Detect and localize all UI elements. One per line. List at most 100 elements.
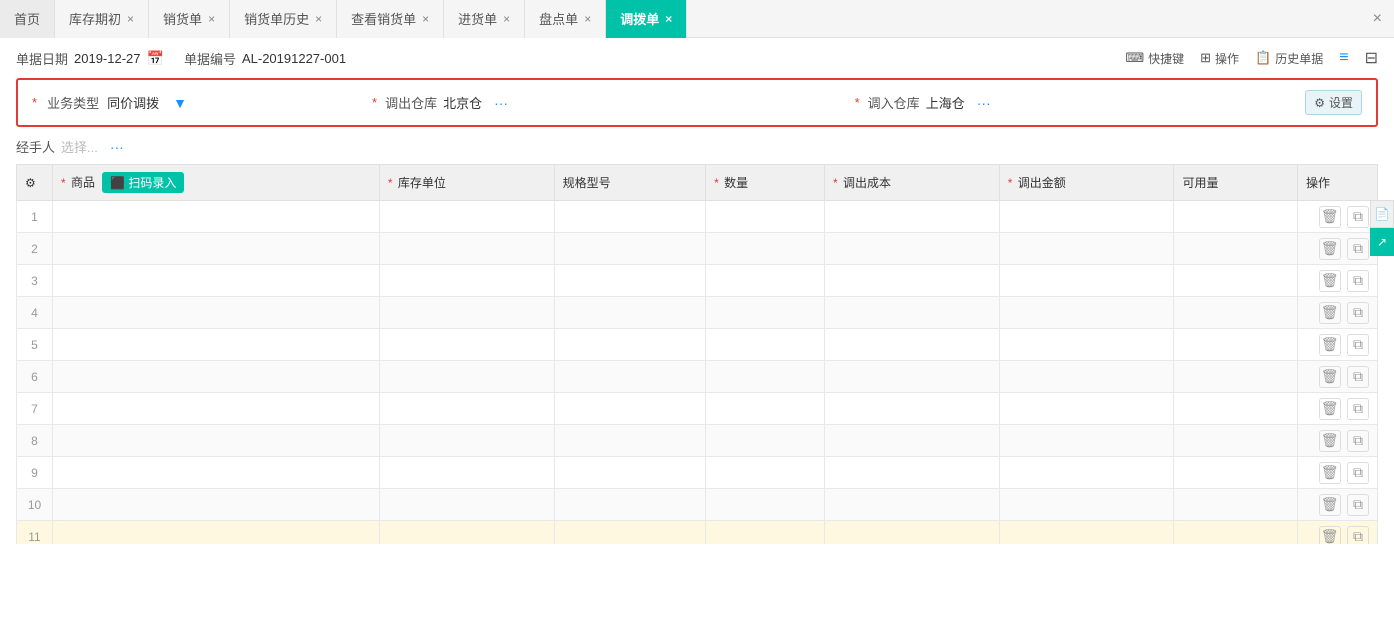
amount-cell-8[interactable] bbox=[999, 425, 1174, 457]
copy-icon-8[interactable]: ⧉ bbox=[1347, 430, 1369, 452]
cost-cell-7[interactable] bbox=[824, 393, 999, 425]
scan-button[interactable]: ⬛ 扫码录入 bbox=[102, 172, 184, 193]
unit-cell-2[interactable] bbox=[379, 233, 554, 265]
cost-cell-11[interactable] bbox=[824, 521, 999, 545]
product-cell-7[interactable] bbox=[53, 393, 380, 425]
unit-cell-6[interactable] bbox=[379, 361, 554, 393]
unit-cell-10[interactable] bbox=[379, 489, 554, 521]
business-type-dropdown[interactable]: ▼ bbox=[167, 95, 193, 111]
delete-icon-10[interactable]: 🗑 bbox=[1319, 494, 1341, 516]
cost-cell-9[interactable] bbox=[824, 457, 999, 489]
tab-close-sales-history[interactable]: × bbox=[315, 12, 322, 26]
delete-icon-9[interactable]: 🗑 bbox=[1319, 462, 1341, 484]
cost-cell-5[interactable] bbox=[824, 329, 999, 361]
tab-stocktake[interactable]: 盘点单 × bbox=[525, 0, 606, 38]
amount-cell-6[interactable] bbox=[999, 361, 1174, 393]
window-close-button[interactable]: × bbox=[1361, 0, 1394, 38]
unit-cell-8[interactable] bbox=[379, 425, 554, 457]
history-button[interactable]: 📋 历史单据 bbox=[1255, 50, 1323, 67]
delete-icon-4[interactable]: 🗑 bbox=[1319, 302, 1341, 324]
product-cell-2[interactable] bbox=[53, 233, 380, 265]
spec-cell-6[interactable] bbox=[554, 361, 705, 393]
unit-cell-3[interactable] bbox=[379, 265, 554, 297]
spec-cell-5[interactable] bbox=[554, 329, 705, 361]
tab-sales-order[interactable]: 销货单 × bbox=[149, 0, 230, 38]
tab-inventory-init[interactable]: 库存期初 × bbox=[55, 0, 149, 38]
copy-icon-3[interactable]: ⧉ bbox=[1347, 270, 1369, 292]
qty-cell-6[interactable] bbox=[706, 361, 825, 393]
copy-icon-6[interactable]: ⧉ bbox=[1347, 366, 1369, 388]
cost-cell-4[interactable] bbox=[824, 297, 999, 329]
copy-icon-9[interactable]: ⧉ bbox=[1347, 462, 1369, 484]
amount-cell-4[interactable] bbox=[999, 297, 1174, 329]
handler-more[interactable]: ··· bbox=[104, 139, 130, 155]
unit-cell-5[interactable] bbox=[379, 329, 554, 361]
delete-icon-11[interactable]: 🗑 bbox=[1319, 526, 1341, 545]
copy-icon-4[interactable]: ⧉ bbox=[1347, 302, 1369, 324]
copy-icon-1[interactable]: ⧉ bbox=[1347, 206, 1369, 228]
cost-cell-8[interactable] bbox=[824, 425, 999, 457]
unit-cell-11[interactable] bbox=[379, 521, 554, 545]
amount-cell-9[interactable] bbox=[999, 457, 1174, 489]
spec-cell-8[interactable] bbox=[554, 425, 705, 457]
tab-close-purchase-order[interactable]: × bbox=[503, 12, 510, 26]
copy-icon-11[interactable]: ⧉ bbox=[1347, 526, 1369, 545]
spec-cell-11[interactable] bbox=[554, 521, 705, 545]
delete-icon-8[interactable]: 🗑 bbox=[1319, 430, 1341, 452]
amount-cell-7[interactable] bbox=[999, 393, 1174, 425]
qty-cell-8[interactable] bbox=[706, 425, 825, 457]
cost-cell-1[interactable] bbox=[824, 201, 999, 233]
out-warehouse-more[interactable]: ··· bbox=[488, 95, 514, 111]
product-cell-5[interactable] bbox=[53, 329, 380, 361]
tab-close-sales-order[interactable]: × bbox=[208, 12, 215, 26]
cost-cell-10[interactable] bbox=[824, 489, 999, 521]
operations-button[interactable]: ⊞ 操作 bbox=[1200, 50, 1239, 67]
delete-icon-5[interactable]: 🗑 bbox=[1319, 334, 1341, 356]
amount-cell-2[interactable] bbox=[999, 233, 1174, 265]
copy-icon-5[interactable]: ⧉ bbox=[1347, 334, 1369, 356]
qty-cell-10[interactable] bbox=[706, 489, 825, 521]
tab-view-sales[interactable]: 查看销货单 × bbox=[337, 0, 444, 38]
settings-button[interactable]: ⚙ 设置 bbox=[1305, 90, 1362, 115]
gear-column-header[interactable]: ⚙ bbox=[17, 165, 53, 201]
qty-cell-7[interactable] bbox=[706, 393, 825, 425]
qty-cell-3[interactable] bbox=[706, 265, 825, 297]
cost-cell-6[interactable] bbox=[824, 361, 999, 393]
product-cell-8[interactable] bbox=[53, 425, 380, 457]
amount-cell-1[interactable] bbox=[999, 201, 1174, 233]
spec-cell-10[interactable] bbox=[554, 489, 705, 521]
delete-icon-1[interactable]: 🗑 bbox=[1319, 206, 1341, 228]
spec-cell-3[interactable] bbox=[554, 265, 705, 297]
tab-transfer[interactable]: 调拨单 × bbox=[606, 0, 687, 38]
qty-cell-4[interactable] bbox=[706, 297, 825, 329]
tab-close-view-sales[interactable]: × bbox=[422, 12, 429, 26]
in-warehouse-more[interactable]: ··· bbox=[971, 95, 997, 111]
tab-purchase-order[interactable]: 进货单 × bbox=[444, 0, 525, 38]
amount-cell-3[interactable] bbox=[999, 265, 1174, 297]
delete-icon-6[interactable]: 🗑 bbox=[1319, 366, 1341, 388]
unit-cell-1[interactable] bbox=[379, 201, 554, 233]
spec-cell-1[interactable] bbox=[554, 201, 705, 233]
tab-sales-history[interactable]: 销货单历史 × bbox=[230, 0, 337, 38]
product-cell-3[interactable] bbox=[53, 265, 380, 297]
unit-cell-7[interactable] bbox=[379, 393, 554, 425]
layout1-button[interactable]: ≡ bbox=[1339, 49, 1348, 67]
tab-close-inventory-init[interactable]: × bbox=[127, 12, 134, 26]
spec-cell-4[interactable] bbox=[554, 297, 705, 329]
tab-close-stocktake[interactable]: × bbox=[584, 12, 591, 26]
tab-home[interactable]: 首页 bbox=[0, 0, 55, 38]
qty-cell-11[interactable] bbox=[706, 521, 825, 545]
cost-cell-2[interactable] bbox=[824, 233, 999, 265]
product-cell-1[interactable] bbox=[53, 201, 380, 233]
copy-icon-10[interactable]: ⧉ bbox=[1347, 494, 1369, 516]
sidebar-export-icon[interactable]: ↗ bbox=[1370, 228, 1394, 256]
cost-cell-3[interactable] bbox=[824, 265, 999, 297]
qty-cell-9[interactable] bbox=[706, 457, 825, 489]
qty-cell-1[interactable] bbox=[706, 201, 825, 233]
copy-icon-2[interactable]: ⧉ bbox=[1347, 238, 1369, 260]
product-cell-11[interactable] bbox=[53, 521, 380, 545]
delete-icon-2[interactable]: 🗑 bbox=[1319, 238, 1341, 260]
tab-close-transfer[interactable]: × bbox=[665, 12, 672, 26]
qty-cell-5[interactable] bbox=[706, 329, 825, 361]
product-cell-4[interactable] bbox=[53, 297, 380, 329]
